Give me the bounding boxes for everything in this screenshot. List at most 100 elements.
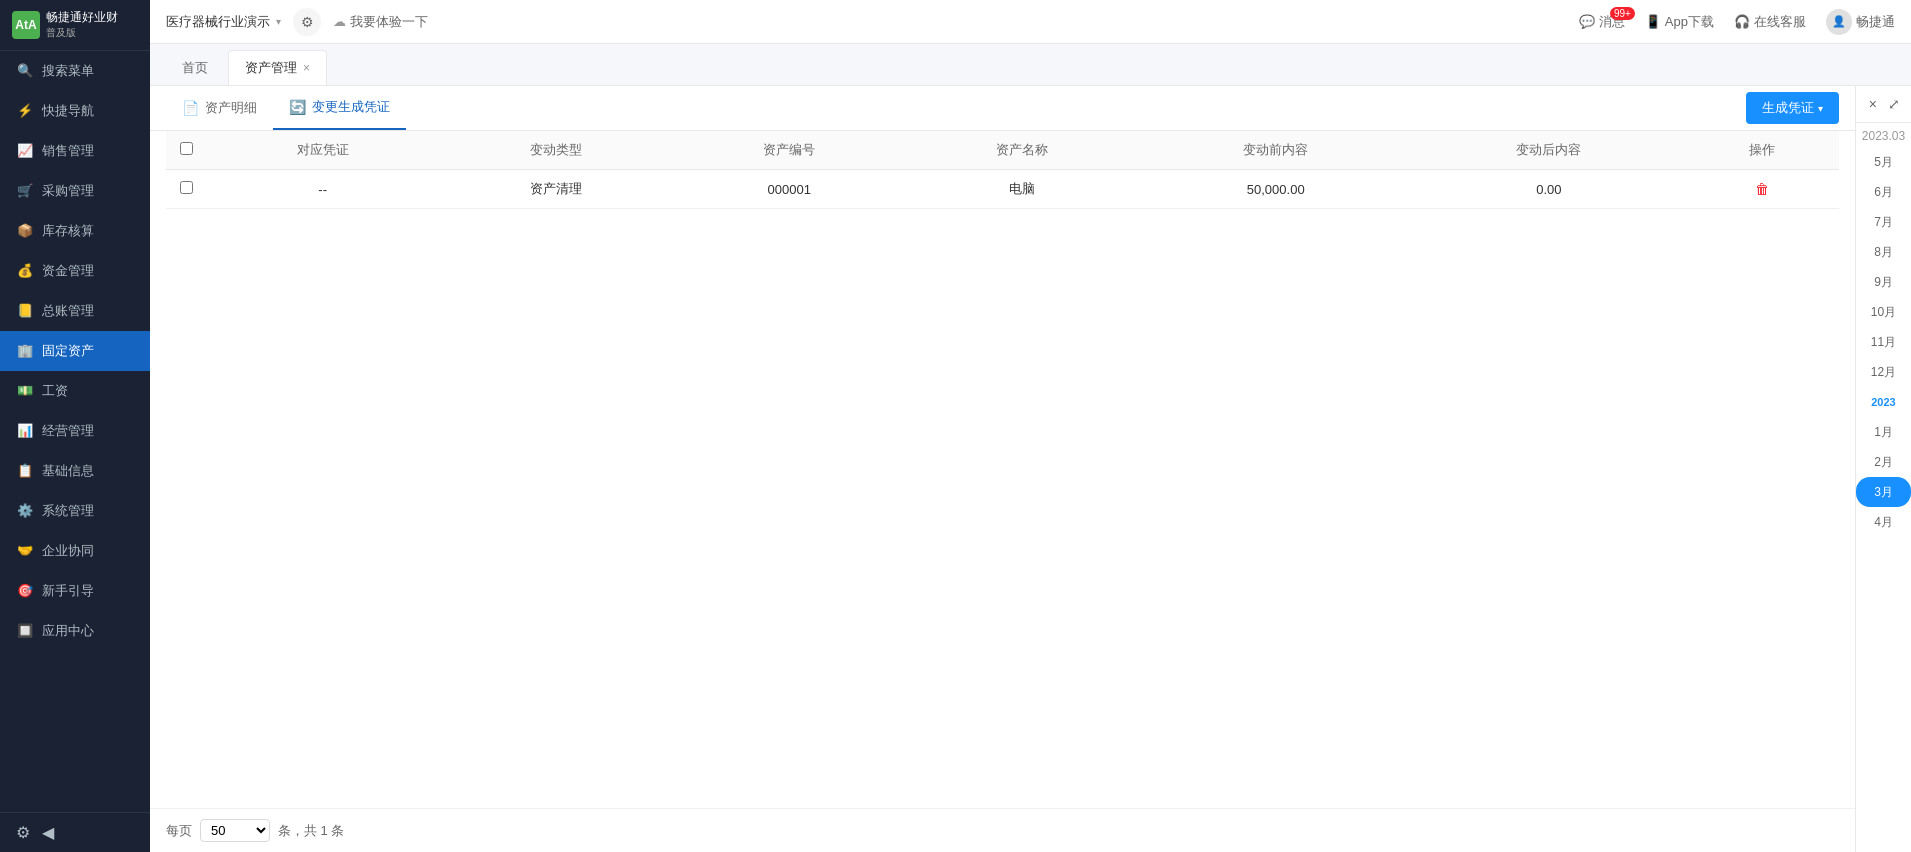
expand-panel-icon[interactable]: ⤢ xyxy=(1886,94,1904,114)
collapse-icon[interactable]: ◀ xyxy=(42,823,54,842)
header-change-type: 变动类型 xyxy=(439,131,672,170)
cell-change-type: 资产清理 xyxy=(439,170,672,209)
cell-asset-name: 电脑 xyxy=(906,170,1139,209)
sidebar-item-system[interactable]: ⚙️ 系统管理 xyxy=(0,491,150,531)
tab-change-voucher[interactable]: 🔄 变更生成凭证 xyxy=(273,86,406,130)
ledger-icon: 📒 xyxy=(16,302,34,320)
sidebar-item-payroll[interactable]: 💵 工资 xyxy=(0,371,150,411)
sidebar-item-fixed-assets[interactable]: 🏢 固定资产 xyxy=(0,331,150,371)
sidebar-menu: 🔍 搜索菜单 ⚡ 快捷导航 📈 销售管理 🛒 采购管理 📦 库存核算 💰 资金管… xyxy=(0,51,150,812)
year-marker: 2023 xyxy=(1856,387,1911,417)
month-10[interactable]: 10月 xyxy=(1856,297,1911,327)
tab-bar: 首页 资产管理 × xyxy=(150,44,1911,86)
table-header-row: 对应凭证 变动类型 资产编号 资产名称 变动前内容 变动后内容 操作 xyxy=(166,131,1839,170)
inner-tab-bar: 📄 资产明细 🔄 变更生成凭证 生成凭证 ▾ xyxy=(150,86,1855,131)
sidebar-item-label: 销售管理 xyxy=(42,142,94,160)
download-icon: 📱 xyxy=(1645,14,1661,29)
system-icon: ⚙️ xyxy=(16,502,34,520)
company-name: 医疗器械行业演示 xyxy=(166,13,270,31)
topbar-right: 💬 消息 99+ 📱 App下载 🎧 在线客服 👤 畅捷通 xyxy=(1579,9,1895,35)
app-download-button[interactable]: 📱 App下载 xyxy=(1645,13,1714,31)
avatar: 👤 xyxy=(1826,9,1852,35)
refresh-icon: 🔄 xyxy=(289,99,306,115)
sidebar: AtA 畅捷通好业财 普及版 🔍 搜索菜单 ⚡ 快捷导航 📈 销售管理 🛒 采购… xyxy=(0,0,150,852)
cell-asset-code: 000001 xyxy=(673,170,906,209)
months-list: 5月6月7月8月9月10月11月12月20231月2月3月4月 xyxy=(1856,147,1911,852)
month-8[interactable]: 8月 xyxy=(1856,237,1911,267)
logo-icon: AtA xyxy=(12,11,40,39)
basic-info-icon: 📋 xyxy=(16,462,34,480)
sidebar-item-quick-nav[interactable]: ⚡ 快捷导航 xyxy=(0,91,150,131)
sidebar-item-collab[interactable]: 🤝 企业协同 xyxy=(0,531,150,571)
total-count: 条，共 1 条 xyxy=(278,822,344,840)
month-1[interactable]: 1月 xyxy=(1856,417,1911,447)
row-checkbox[interactable] xyxy=(180,181,193,194)
year-label: 2023.03 xyxy=(1856,123,1911,147)
month-5[interactable]: 5月 xyxy=(1856,147,1911,177)
close-panel-icon[interactable]: × xyxy=(1864,94,1882,114)
month-9[interactable]: 9月 xyxy=(1856,267,1911,297)
month-3[interactable]: 3月 xyxy=(1856,477,1911,507)
fixed-assets-icon: 🏢 xyxy=(16,342,34,360)
month-11[interactable]: 11月 xyxy=(1856,327,1911,357)
per-page-select[interactable]: 50 10 20 100 xyxy=(200,819,270,842)
generate-voucher-button[interactable]: 生成凭证 ▾ xyxy=(1746,92,1839,124)
company-selector[interactable]: 医疗器械行业演示 ▾ xyxy=(166,13,281,31)
tab-asset-detail[interactable]: 📄 资产明细 xyxy=(166,87,273,129)
sidebar-item-label: 资金管理 xyxy=(42,262,94,280)
sidebar-item-label: 采购管理 xyxy=(42,182,94,200)
main-content: 医疗器械行业演示 ▾ ⚙ ☁ 我要体验一下 💬 消息 99+ 📱 App下载 🎧… xyxy=(150,0,1911,852)
user-menu[interactable]: 👤 畅捷通 xyxy=(1826,9,1895,35)
settings-bottom-icon[interactable]: ⚙ xyxy=(16,823,30,842)
month-7[interactable]: 7月 xyxy=(1856,207,1911,237)
tab-close-icon[interactable]: × xyxy=(303,61,310,75)
sidebar-item-label: 新手引导 xyxy=(42,582,94,600)
sidebar-item-label: 经营管理 xyxy=(42,422,94,440)
online-support-button[interactable]: 🎧 在线客服 xyxy=(1734,13,1806,31)
app-logo: AtA 畅捷通好业财 普及版 xyxy=(0,0,150,51)
sidebar-bottom: ⚙ ◀ xyxy=(0,812,150,852)
sidebar-item-inventory[interactable]: 📦 库存核算 xyxy=(0,211,150,251)
message-button[interactable]: 💬 消息 99+ xyxy=(1579,13,1625,31)
panel-header: × ⤢ xyxy=(1856,86,1911,123)
month-4[interactable]: 4月 xyxy=(1856,507,1911,537)
content-main: 📄 资产明细 🔄 变更生成凭证 生成凭证 ▾ xyxy=(150,86,1855,852)
sidebar-item-ledger[interactable]: 📒 总账管理 xyxy=(0,291,150,331)
select-all-checkbox[interactable] xyxy=(180,142,193,155)
header-voucher: 对应凭证 xyxy=(206,131,439,170)
collab-icon: 🤝 xyxy=(16,542,34,560)
sidebar-item-purchase[interactable]: 🛒 采购管理 xyxy=(0,171,150,211)
company-arrow-icon: ▾ xyxy=(276,16,281,27)
per-page-label: 每页 xyxy=(166,822,192,840)
cell-action: 🗑 xyxy=(1686,170,1840,209)
month-2[interactable]: 2月 xyxy=(1856,447,1911,477)
sidebar-item-sales[interactable]: 📈 销售管理 xyxy=(0,131,150,171)
month-6[interactable]: 6月 xyxy=(1856,177,1911,207)
row-checkbox-cell xyxy=(166,170,206,209)
sidebar-item-label: 企业协同 xyxy=(42,542,94,560)
topbar-settings-button[interactable]: ⚙ xyxy=(293,8,321,36)
sidebar-item-app-center[interactable]: 🔲 应用中心 xyxy=(0,611,150,651)
sidebar-item-guide[interactable]: 🎯 新手引导 xyxy=(0,571,150,611)
trial-button[interactable]: ☁ 我要体验一下 xyxy=(333,13,428,31)
sidebar-item-operations[interactable]: 📊 经营管理 xyxy=(0,411,150,451)
delete-icon[interactable]: 🗑 xyxy=(1755,181,1769,197)
header-asset-name: 资产名称 xyxy=(906,131,1139,170)
quick-nav-icon: ⚡ xyxy=(16,102,34,120)
data-table: 对应凭证 变动类型 资产编号 资产名称 变动前内容 变动后内容 操作 xyxy=(150,131,1855,808)
month-12[interactable]: 12月 xyxy=(1856,357,1911,387)
payroll-icon: 💵 xyxy=(16,382,34,400)
guide-icon: 🎯 xyxy=(16,582,34,600)
sidebar-item-label: 基础信息 xyxy=(42,462,94,480)
headset-icon: 🎧 xyxy=(1734,14,1750,29)
sidebar-item-finance[interactable]: 💰 资金管理 xyxy=(0,251,150,291)
sidebar-item-basic-info[interactable]: 📋 基础信息 xyxy=(0,451,150,491)
finance-icon: 💰 xyxy=(16,262,34,280)
app-center-icon: 🔲 xyxy=(16,622,34,640)
gear-icon: ⚙ xyxy=(301,14,314,30)
sidebar-item-search[interactable]: 🔍 搜索菜单 xyxy=(0,51,150,91)
tab-asset-management[interactable]: 资产管理 × xyxy=(228,50,327,85)
tab-home[interactable]: 首页 xyxy=(166,51,224,85)
search-icon: 🔍 xyxy=(16,62,34,80)
sales-icon: 📈 xyxy=(16,142,34,160)
